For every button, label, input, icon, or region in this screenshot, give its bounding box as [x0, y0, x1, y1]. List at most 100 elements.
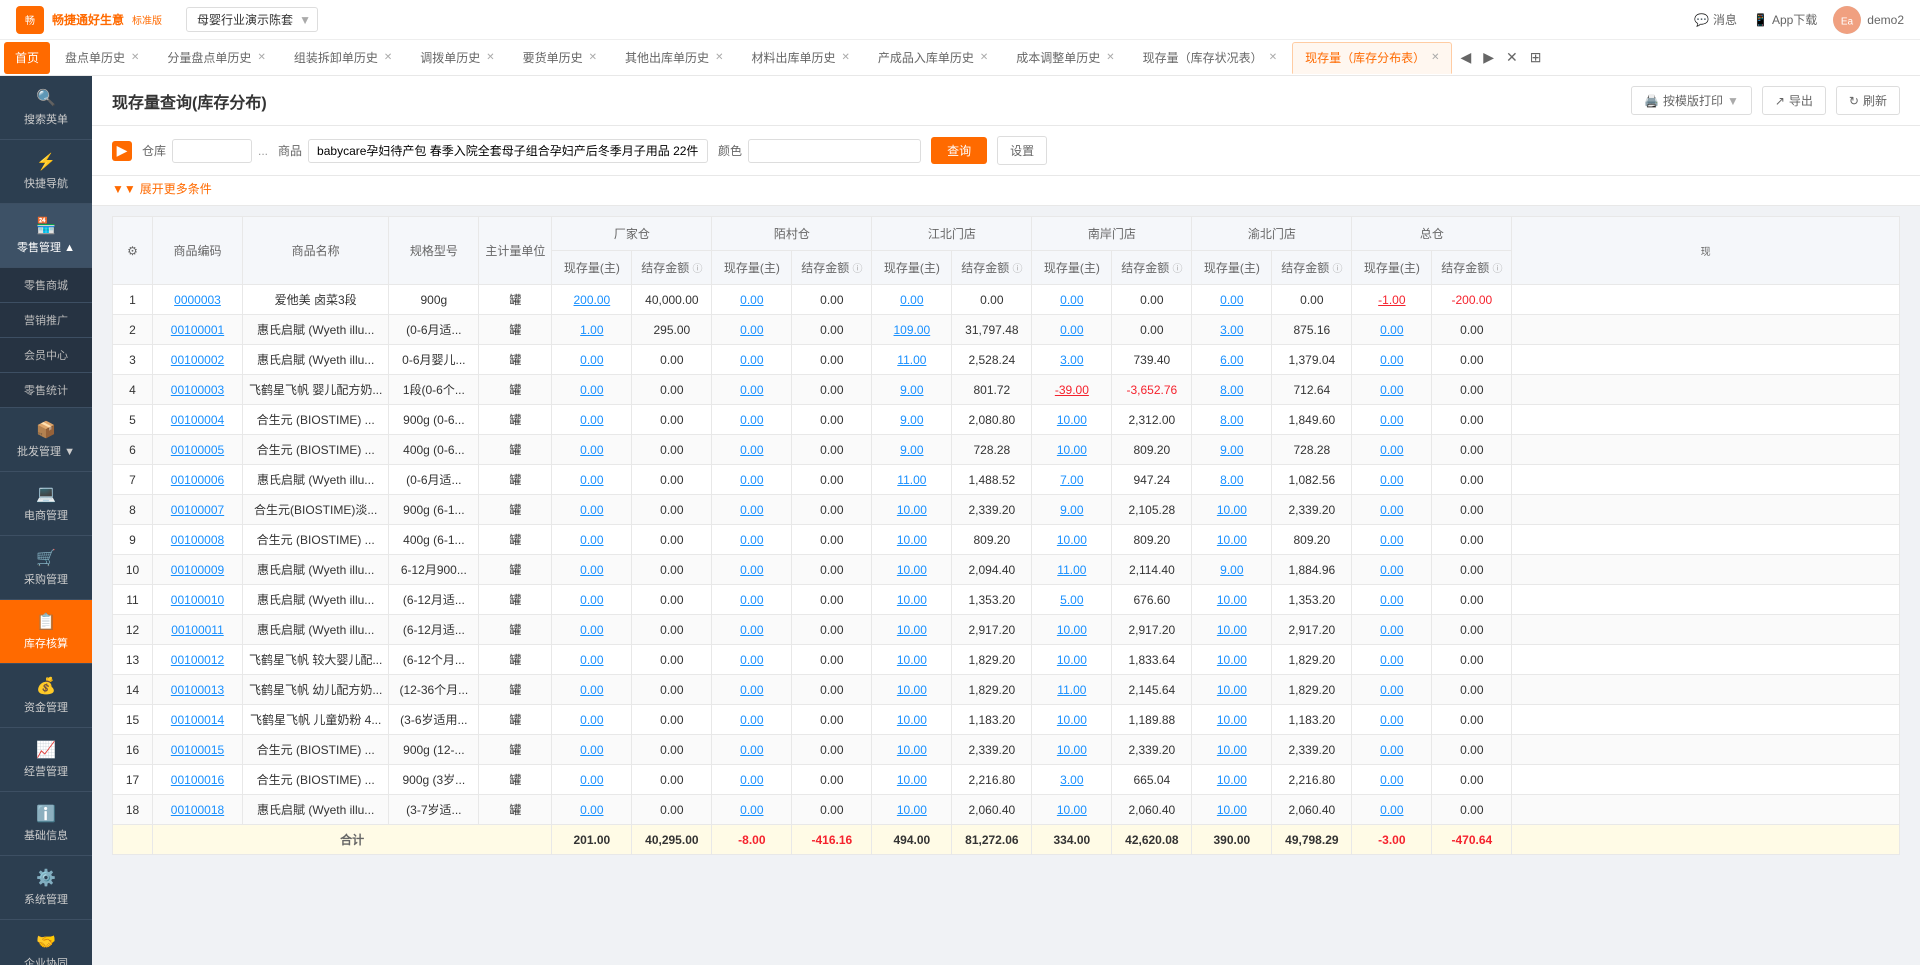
tab-order[interactable]: 要货单历史 ✕ [510, 42, 610, 74]
table-cell[interactable]: 0.00 [712, 495, 792, 525]
export-button[interactable]: ↗ 导出 [1762, 86, 1826, 115]
table-cell[interactable]: 00100002 [153, 345, 243, 375]
table-cell[interactable]: 00100001 [153, 315, 243, 345]
table-cell[interactable]: 0.00 [712, 315, 792, 345]
table-cell[interactable]: 0.00 [712, 525, 792, 555]
table-cell[interactable]: 9.00 [1032, 495, 1112, 525]
tab-stock-status[interactable]: 现存量（库存状况表） ✕ [1130, 42, 1290, 74]
gear-icon[interactable]: ⚙ [127, 244, 138, 258]
app-download-link[interactable]: 📱 App下载 [1753, 11, 1817, 28]
table-cell[interactable]: 0.00 [552, 405, 632, 435]
sidebar-item-retail-mgmt[interactable]: 🏪 零售管理 ▲ [0, 204, 92, 268]
table-cell[interactable]: 10.00 [1192, 765, 1272, 795]
tab-assemble[interactable]: 组装拆卸单历史 ✕ [281, 42, 405, 74]
table-cell[interactable]: 0.00 [1352, 585, 1432, 615]
th-gear[interactable]: ⚙ [113, 217, 153, 285]
table-cell[interactable]: 0.00 [1352, 765, 1432, 795]
goods-input[interactable] [308, 139, 708, 163]
table-cell[interactable]: 0.00 [1352, 735, 1432, 765]
table-cell[interactable]: 0.00 [1352, 645, 1432, 675]
table-cell[interactable]: 00100006 [153, 465, 243, 495]
tab-inventory-history[interactable]: 盘点单历史 ✕ [52, 42, 152, 74]
table-cell[interactable]: 0.00 [712, 555, 792, 585]
table-cell[interactable]: 10.00 [1032, 735, 1112, 765]
table-cell[interactable]: 0.00 [1032, 285, 1112, 315]
table-cell[interactable]: 0.00 [552, 585, 632, 615]
setting-button[interactable]: 设置 [997, 136, 1047, 165]
sidebar-item-finance[interactable]: 💰 资金管理 [0, 664, 92, 728]
table-cell[interactable]: 0.00 [552, 645, 632, 675]
table-cell[interactable]: 10.00 [1032, 525, 1112, 555]
table-cell[interactable]: 0.00 [552, 765, 632, 795]
table-cell[interactable]: 10.00 [1192, 525, 1272, 555]
table-cell[interactable]: 11.00 [1032, 555, 1112, 585]
table-cell[interactable]: 10.00 [1192, 615, 1272, 645]
table-cell[interactable]: 00100013 [153, 675, 243, 705]
table-cell[interactable]: 10.00 [872, 705, 952, 735]
table-cell[interactable]: 7.00 [1032, 465, 1112, 495]
table-cell[interactable]: 10.00 [1032, 795, 1112, 825]
table-cell[interactable]: 0.00 [552, 345, 632, 375]
table-cell[interactable]: 10.00 [1032, 435, 1112, 465]
table-cell[interactable]: 0.00 [552, 675, 632, 705]
table-cell[interactable]: 11.00 [872, 345, 952, 375]
table-cell[interactable]: 0000003 [153, 285, 243, 315]
tab-split-inventory[interactable]: 分量盘点单历史 ✕ [154, 42, 278, 74]
sidebar-item-search[interactable]: 🔍 搜索英单 [0, 76, 92, 140]
table-cell[interactable]: 0.00 [1352, 495, 1432, 525]
sidebar-item-basic[interactable]: ℹ️ 基础信息 [0, 792, 92, 856]
sidebar-item-nav[interactable]: ⚡ 快捷导航 [0, 140, 92, 204]
sidebar-item-purchase[interactable]: 🛒 采购管理 [0, 536, 92, 600]
table-cell[interactable]: 0.00 [1352, 315, 1432, 345]
sidebar-item-operations[interactable]: 📈 经营管理 [0, 728, 92, 792]
table-cell[interactable]: 8.00 [1192, 405, 1272, 435]
table-cell[interactable]: 0.00 [872, 285, 952, 315]
table-cell[interactable]: 10.00 [872, 735, 952, 765]
table-scroll[interactable]: ⚙ 商品编码 商品名称 规格型号 主计量单位 厂家仓 陌村仓 江北门店 南岸门店… [112, 216, 1900, 855]
table-cell[interactable]: 10.00 [1032, 705, 1112, 735]
table-cell[interactable]: 0.00 [552, 435, 632, 465]
table-cell[interactable]: 8.00 [1192, 465, 1272, 495]
tab-close-icon3[interactable]: ✕ [384, 52, 392, 63]
table-cell[interactable]: 00100004 [153, 405, 243, 435]
table-cell[interactable]: 00100010 [153, 585, 243, 615]
tab-close-all-btn[interactable]: ✕ [1500, 49, 1524, 66]
table-cell[interactable]: 10.00 [1192, 705, 1272, 735]
tab-next-btn[interactable]: ▶ [1477, 49, 1500, 66]
table-cell[interactable]: 6.00 [1192, 345, 1272, 375]
table-cell[interactable]: 00100015 [153, 735, 243, 765]
warehouse-input[interactable] [172, 139, 252, 163]
user-area[interactable]: Ea demo2 [1833, 6, 1904, 34]
table-cell[interactable]: 0.00 [712, 795, 792, 825]
table-cell[interactable]: 10.00 [872, 585, 952, 615]
table-cell[interactable]: 0.00 [1352, 465, 1432, 495]
table-cell[interactable]: 0.00 [712, 705, 792, 735]
table-cell[interactable]: 3.00 [1032, 765, 1112, 795]
table-cell[interactable]: 9.00 [872, 405, 952, 435]
table-cell[interactable]: 109.00 [872, 315, 952, 345]
tab-close-icon6[interactable]: ✕ [715, 52, 723, 63]
tab-close-icon9[interactable]: ✕ [1106, 52, 1114, 63]
table-cell[interactable]: 0.00 [1352, 675, 1432, 705]
table-cell[interactable]: 200.00 [552, 285, 632, 315]
tab-close-icon10[interactable]: ✕ [1269, 52, 1277, 63]
table-cell[interactable]: 0.00 [552, 495, 632, 525]
sidebar-item-inventory[interactable]: 📋 库存核算 [0, 600, 92, 664]
tab-product-in[interactable]: 产成品入库单历史 ✕ [865, 42, 1001, 74]
table-cell[interactable]: 0.00 [1352, 525, 1432, 555]
table-cell[interactable]: 0.00 [1352, 555, 1432, 585]
table-cell[interactable]: 10.00 [1032, 645, 1112, 675]
table-cell[interactable]: -39.00 [1032, 375, 1112, 405]
message-link[interactable]: 💬 消息 [1694, 11, 1737, 28]
table-cell[interactable]: 0.00 [712, 375, 792, 405]
table-cell[interactable]: 10.00 [872, 675, 952, 705]
table-cell[interactable]: 3.00 [1192, 315, 1272, 345]
table-cell[interactable]: 00100011 [153, 615, 243, 645]
table-cell[interactable]: 00100012 [153, 645, 243, 675]
table-cell[interactable]: 11.00 [1032, 675, 1112, 705]
tab-close-icon4[interactable]: ✕ [486, 52, 494, 63]
table-cell[interactable]: 00100009 [153, 555, 243, 585]
table-cell[interactable]: 0.00 [712, 345, 792, 375]
table-cell[interactable]: -1.00 [1352, 285, 1432, 315]
table-cell[interactable]: 3.00 [1032, 345, 1112, 375]
